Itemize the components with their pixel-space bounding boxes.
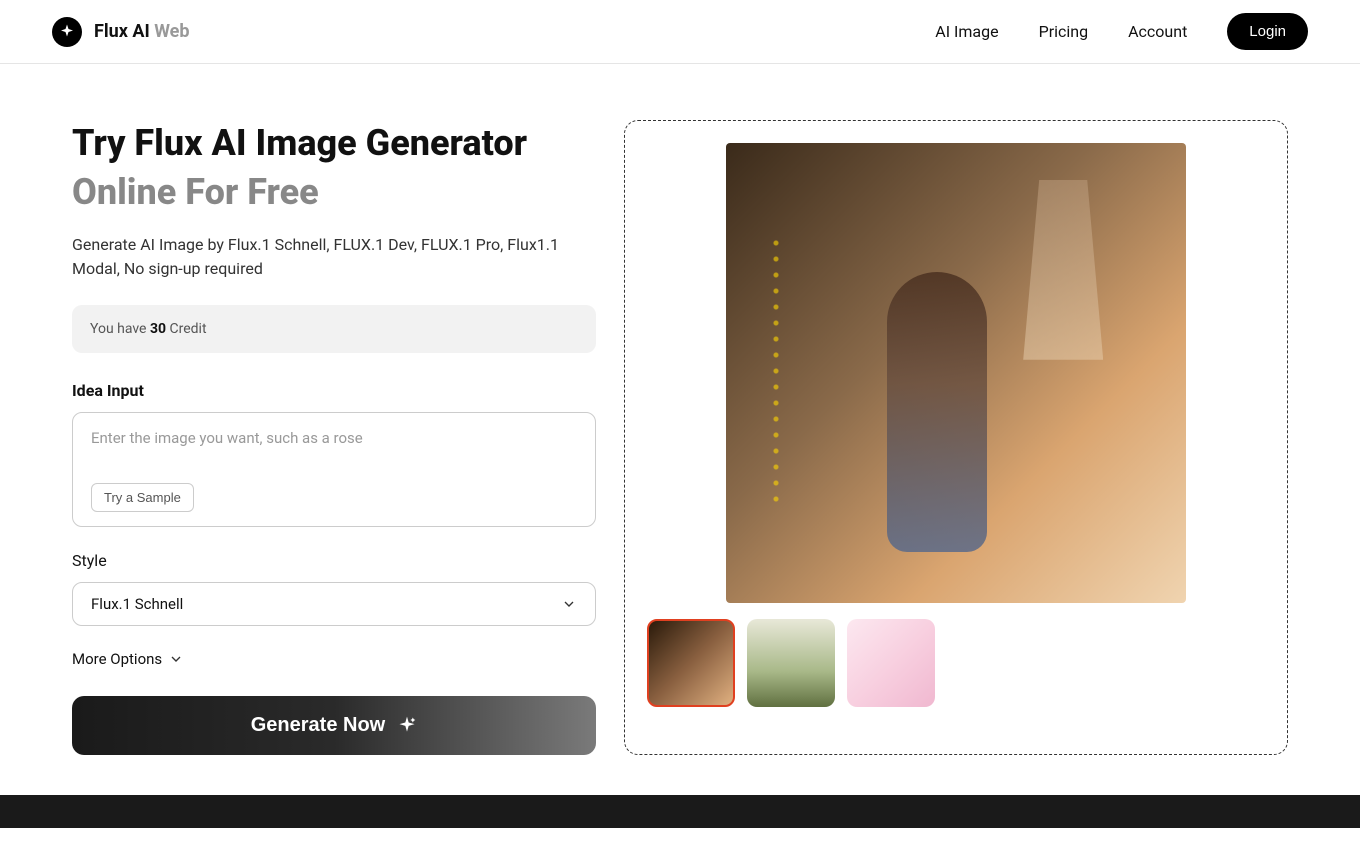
- logo-icon: [52, 17, 82, 47]
- chevron-down-icon: [561, 596, 577, 612]
- description: Generate AI Image by Flux.1 Schnell, FLU…: [72, 233, 596, 281]
- chevron-down-icon: [168, 651, 184, 667]
- preview-image: [726, 143, 1186, 603]
- thumbnail-3[interactable]: [847, 619, 935, 707]
- generate-button-label: Generate Now: [251, 714, 385, 737]
- thumbnail-1[interactable]: [647, 619, 735, 707]
- nav-account[interactable]: Account: [1128, 22, 1187, 41]
- style-value: Flux.1 Schnell: [91, 595, 183, 613]
- logo-text: Flux AI Web: [94, 21, 190, 42]
- idea-input-label: Idea Input: [72, 381, 596, 400]
- prompt-input[interactable]: [91, 429, 577, 471]
- preview-panel: [624, 120, 1288, 755]
- more-options-label: More Options: [72, 650, 162, 668]
- page-title: Try Flux AI Image Generator: [72, 120, 596, 167]
- nav-pricing[interactable]: Pricing: [1039, 22, 1089, 41]
- page-subtitle: Online For Free: [72, 171, 596, 213]
- sparkle-icon: [397, 715, 417, 735]
- try-sample-button[interactable]: Try a Sample: [91, 483, 194, 512]
- login-button[interactable]: Login: [1227, 13, 1308, 50]
- credit-prefix: You have: [90, 321, 150, 337]
- nav: AI Image Pricing Account Login: [935, 13, 1308, 50]
- credit-box: You have 30 Credit: [72, 305, 596, 353]
- header: Flux AI Web AI Image Pricing Account Log…: [0, 0, 1360, 64]
- main-content: Try Flux AI Image Generator Online For F…: [0, 64, 1360, 795]
- thumbnail-2[interactable]: [747, 619, 835, 707]
- prompt-container: Try a Sample: [72, 412, 596, 527]
- credit-count: 30: [150, 321, 166, 337]
- style-label: Style: [72, 551, 596, 570]
- thumbnails: [647, 619, 935, 707]
- style-select[interactable]: Flux.1 Schnell: [72, 582, 596, 626]
- left-panel: Try Flux AI Image Generator Online For F…: [72, 120, 596, 755]
- credit-suffix: Credit: [166, 321, 207, 337]
- logo[interactable]: Flux AI Web: [52, 17, 190, 47]
- more-options-toggle[interactable]: More Options: [72, 650, 596, 668]
- generate-button[interactable]: Generate Now: [72, 696, 596, 755]
- nav-ai-image[interactable]: AI Image: [935, 22, 998, 41]
- footer: [0, 795, 1360, 828]
